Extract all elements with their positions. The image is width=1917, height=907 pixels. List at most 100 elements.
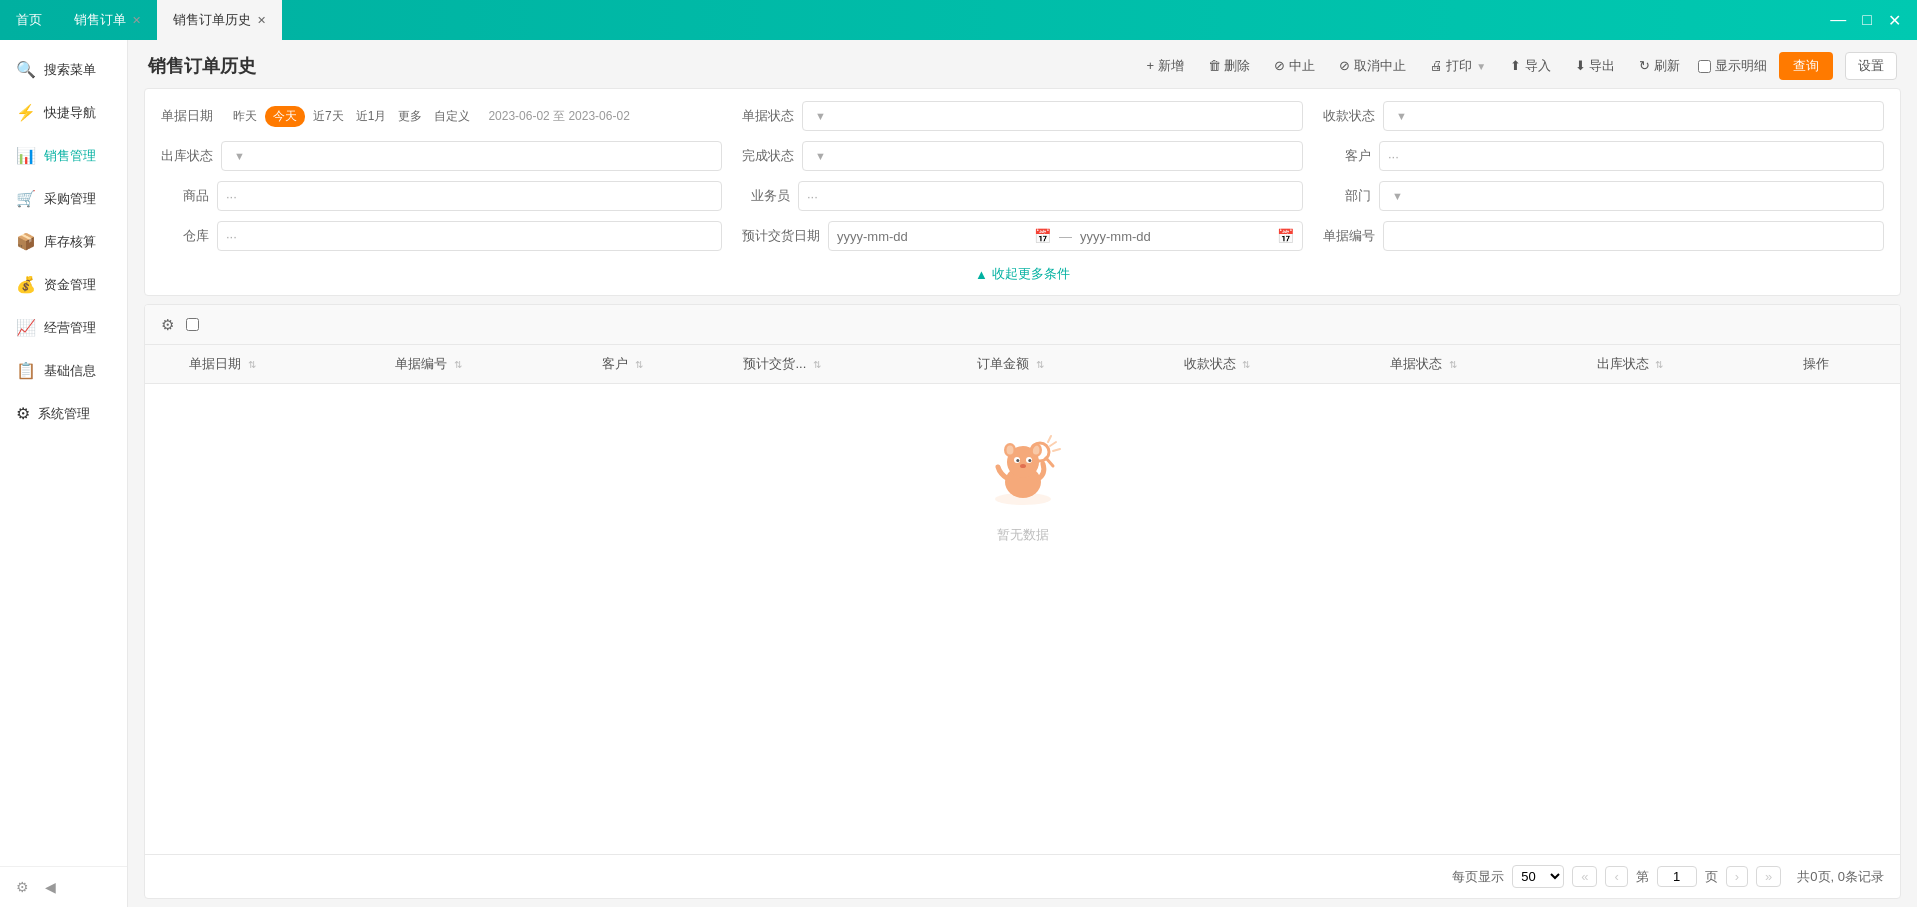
content-area: 销售订单历史 + 新增 🗑 删除 ⊘ 中止 ⊘ 取消中止 🖨 打印 ▼ ⬆ 导入…	[128, 40, 1917, 907]
date-btn-more[interactable]: 更多	[394, 106, 426, 127]
expected-delivery-end[interactable]	[1080, 229, 1273, 244]
th-out-status[interactable]: 出库状态 ⇅	[1589, 345, 1795, 384]
expected-delivery-control[interactable]: 📅 — 📅	[828, 221, 1303, 251]
sidebar-item-inventory-calc[interactable]: 📦 库存核算	[0, 220, 127, 263]
top-bar-tabs: 首页 销售订单 ✕ 销售订单历史 ✕	[0, 0, 1826, 40]
page-title: 销售订单历史	[148, 54, 256, 78]
sidebar-item-fund-mgmt[interactable]: 💰 资金管理	[0, 263, 127, 306]
th-order-amount[interactable]: 订单金额 ⇅	[969, 345, 1175, 384]
table-area: ⚙ 单据日期 ⇅ 单据编号 ⇅	[144, 304, 1901, 899]
goods-control[interactable]: ···	[217, 181, 722, 211]
sidebar-item-sales-mgmt[interactable]: 📊 销售管理	[0, 134, 127, 177]
tab-home[interactable]: 首页	[0, 0, 58, 40]
query-button[interactable]: 查询	[1779, 52, 1833, 80]
tab-sales-order-history[interactable]: 销售订单历史 ✕	[157, 0, 282, 40]
sidebar-item-purchase-mgmt[interactable]: 🛒 采购管理	[0, 177, 127, 220]
th-bill-date[interactable]: 单据日期 ⇅	[181, 345, 387, 384]
sidebar-item-basic-info[interactable]: 📋 基础信息	[0, 349, 127, 392]
sidebar-settings-button[interactable]: ⚙	[16, 879, 29, 895]
th-receipt-status[interactable]: 收款状态 ⇅	[1176, 345, 1382, 384]
filter-item-warehouse: 仓库 ···	[161, 221, 722, 251]
warehouse-dots: ···	[226, 229, 237, 244]
select-all-checkbox[interactable]	[186, 318, 199, 331]
import-button[interactable]: ⬆ 导入	[1504, 53, 1557, 79]
table-settings-button[interactable]: ⚙	[157, 314, 178, 336]
salesperson-control[interactable]: ···	[798, 181, 1303, 211]
receipt-status-control[interactable]: ▼	[1383, 101, 1884, 131]
dept-control[interactable]: ▼	[1379, 181, 1884, 211]
delete-button[interactable]: 🗑 删除	[1202, 53, 1257, 79]
th-customer-sort: ⇅	[635, 359, 643, 370]
show-detail-checkbox-label[interactable]: 显示明细	[1698, 57, 1767, 75]
page-unit: 页	[1705, 868, 1718, 886]
inventory-calc-icon: 📦	[16, 232, 36, 251]
out-status-label: 出库状态	[161, 147, 221, 165]
refresh-button[interactable]: ↻ 刷新	[1633, 53, 1686, 79]
goods-dots: ···	[226, 189, 237, 204]
date-btn-1month[interactable]: 近1月	[352, 106, 391, 127]
date-btn-7days[interactable]: 近7天	[309, 106, 348, 127]
tab-sales-order[interactable]: 销售订单 ✕	[58, 0, 157, 40]
show-detail-checkbox[interactable]	[1698, 60, 1711, 73]
sidebar-item-quick-nav[interactable]: ⚡ 快捷导航	[0, 91, 127, 134]
export-button[interactable]: ⬇ 导出	[1569, 53, 1622, 79]
maximize-button[interactable]: □	[1858, 9, 1876, 31]
last-page-button[interactable]: »	[1756, 866, 1781, 887]
basic-info-icon: 📋	[16, 361, 36, 380]
tab-sales-order-history-close[interactable]: ✕	[257, 14, 266, 27]
sidebar-collapse-button[interactable]: ◀	[45, 879, 56, 895]
next-page-button[interactable]: ›	[1726, 866, 1748, 887]
settings-button[interactable]: 设置	[1845, 52, 1897, 80]
bill-status-control[interactable]: ▼	[802, 101, 1303, 131]
filter-item-date: 单据日期 昨天 今天 近7天 近1月 更多 自定义 2023-06-02 至 2…	[161, 106, 722, 127]
minimize-button[interactable]: —	[1826, 9, 1850, 31]
date-btn-today[interactable]: 今天	[265, 106, 305, 127]
sidebar-item-ops-mgmt[interactable]: 📈 经营管理	[0, 306, 127, 349]
th-customer[interactable]: 客户 ⇅	[594, 345, 736, 384]
sidebar-item-sales-mgmt-label: 销售管理	[44, 147, 96, 165]
calendar-end-icon[interactable]: 📅	[1277, 228, 1294, 244]
cancel-stop-button[interactable]: ⊘ 取消中止	[1333, 53, 1412, 79]
main-layout: 🔍 搜索菜单 ⚡ 快捷导航 📊 销售管理 🛒 采购管理 📦 库存核算 💰	[0, 40, 1917, 907]
sidebar-item-sys-mgmt[interactable]: ⚙ 系统管理	[0, 392, 127, 435]
th-expected-delivery[interactable]: 预计交货... ⇅	[735, 345, 969, 384]
svg-line-14	[1050, 442, 1056, 446]
dept-arrow: ▼	[1392, 190, 1403, 202]
print-button[interactable]: 🖨 打印 ▼	[1424, 53, 1493, 79]
filter-item-customer: 客户 ···	[1323, 141, 1884, 171]
th-bill-number[interactable]: 单据编号 ⇅	[387, 345, 593, 384]
date-btn-yesterday[interactable]: 昨天	[229, 106, 261, 127]
sys-mgmt-icon: ⚙	[16, 404, 30, 423]
collapse-row[interactable]: ▲ 收起更多条件	[161, 261, 1884, 287]
calendar-start-icon[interactable]: 📅	[1034, 228, 1051, 244]
out-status-control[interactable]: ▼	[221, 141, 722, 171]
bill-number-control[interactable]	[1383, 221, 1884, 251]
per-page-select[interactable]: 50 10 20 100	[1512, 865, 1564, 888]
bill-status-label: 单据状态	[742, 107, 802, 125]
stop-button[interactable]: ⊘ 中止	[1268, 53, 1321, 79]
new-button[interactable]: + 新增	[1141, 53, 1190, 79]
salesperson-dots: ···	[807, 189, 818, 204]
th-receipt-status-sort: ⇅	[1242, 359, 1250, 370]
page-input[interactable]	[1657, 866, 1697, 887]
page-header: 销售订单历史 + 新增 🗑 删除 ⊘ 中止 ⊘ 取消中止 🖨 打印 ▼ ⬆ 导入…	[128, 40, 1917, 88]
customer-control[interactable]: ···	[1379, 141, 1884, 171]
filter-item-bill-number: 单据编号	[1323, 221, 1884, 251]
sidebar-item-search-menu[interactable]: 🔍 搜索菜单	[0, 48, 127, 91]
first-page-button[interactable]: «	[1572, 866, 1597, 887]
th-bill-status[interactable]: 单据状态 ⇅	[1382, 345, 1588, 384]
collapse-icon: ▲	[975, 267, 988, 282]
top-bar-actions: — □ ✕	[1826, 9, 1917, 32]
tab-sales-order-close[interactable]: ✕	[132, 14, 141, 27]
close-window-button[interactable]: ✕	[1884, 9, 1905, 32]
prev-page-button[interactable]: ‹	[1605, 866, 1627, 887]
bill-number-input[interactable]	[1392, 229, 1875, 244]
warehouse-control[interactable]: ···	[217, 221, 722, 251]
expected-delivery-start[interactable]	[837, 229, 1030, 244]
filter-item-out-status: 出库状态 ▼	[161, 141, 722, 171]
date-btn-custom[interactable]: 自定义	[430, 106, 474, 127]
warehouse-label: 仓库	[161, 227, 217, 245]
show-detail-label: 显示明细	[1715, 57, 1767, 75]
svg-point-11	[1020, 464, 1026, 468]
complete-status-control[interactable]: ▼	[802, 141, 1303, 171]
